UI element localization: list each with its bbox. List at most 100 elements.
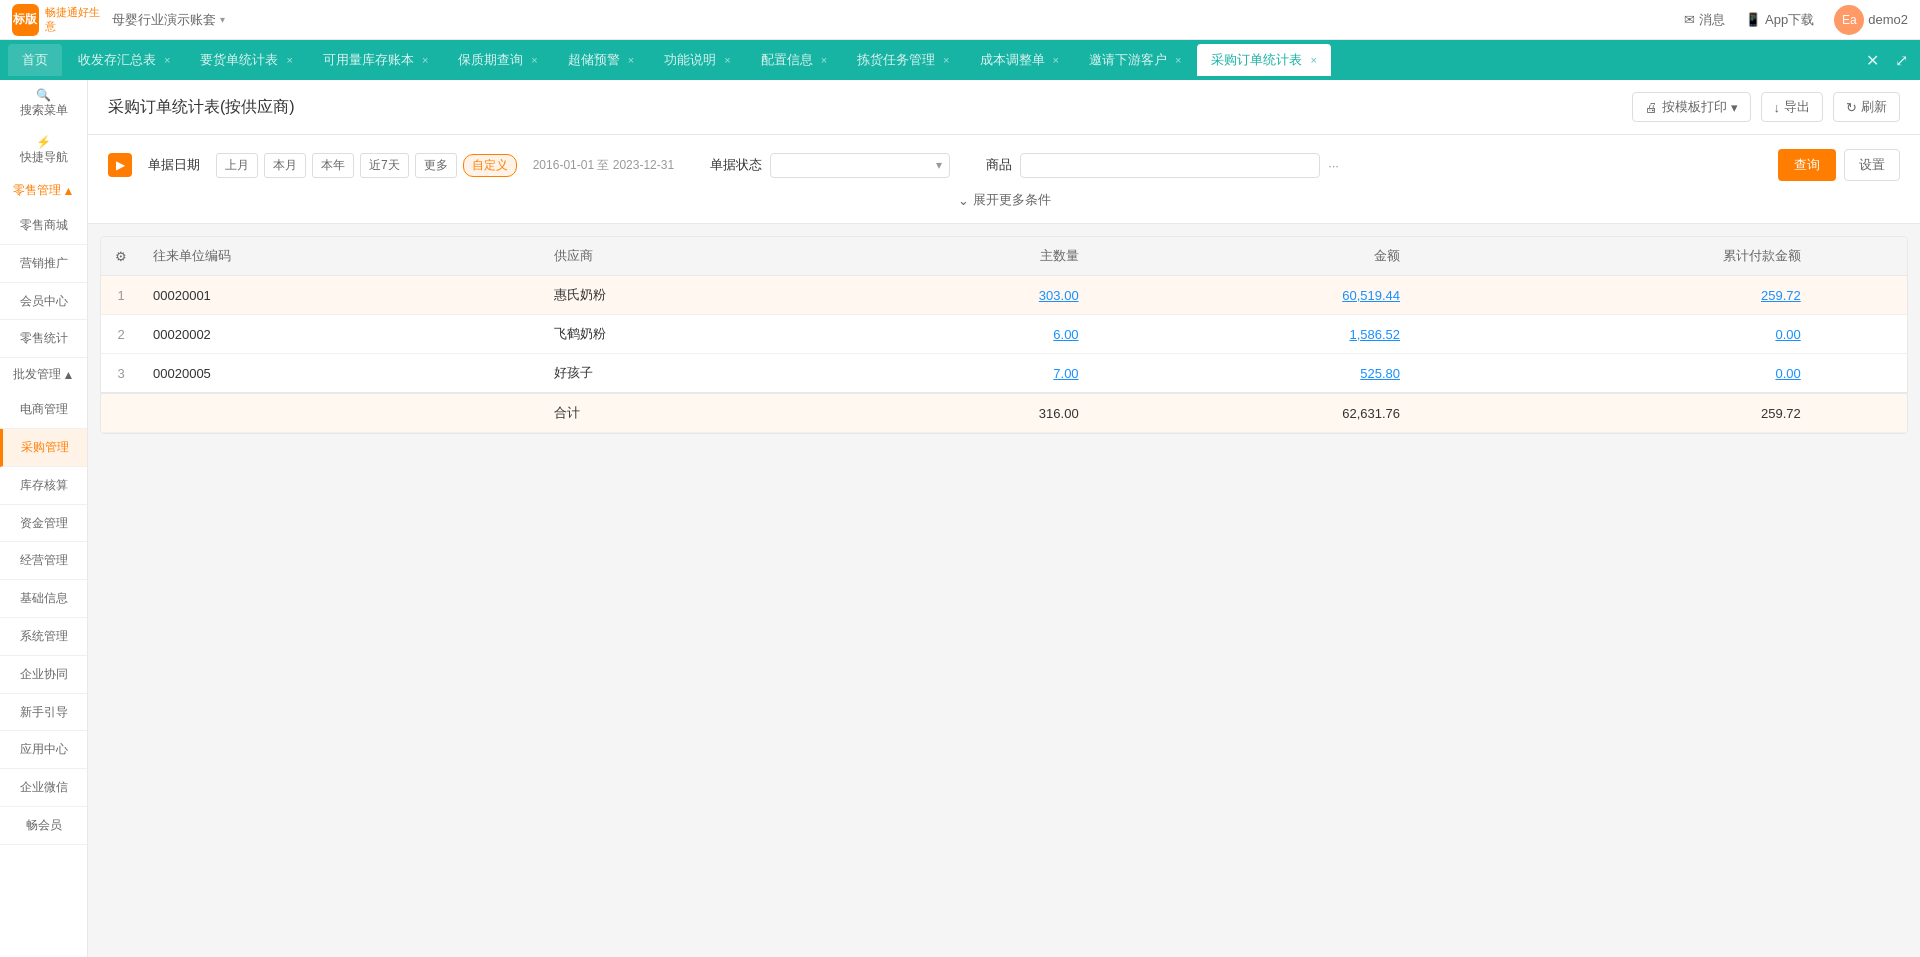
refresh-button[interactable]: ↻ 刷新 — [1833, 92, 1900, 122]
new-guide-label: 新手引导 — [4, 704, 83, 721]
top-bar: 标版 畅捷通好生意 母婴行业演示账套 ▾ ✉ 消息 📱 App下载 Ea dem… — [0, 0, 1920, 40]
sidebar-item-system-mgmt[interactable]: 系统管理 — [0, 618, 87, 656]
page-title: 采购订单统计表(按供应商) — [108, 97, 295, 130]
main-qty-2[interactable]: 6.00 — [840, 315, 1090, 354]
message-button[interactable]: ✉ 消息 — [1684, 11, 1725, 29]
sidebar-item-retail-mgmt[interactable]: 零售管理 ▲ — [0, 174, 87, 207]
tab-available-stock-close[interactable]: × — [422, 54, 428, 66]
vip-member-label: 畅会员 — [4, 817, 83, 834]
col-paid-amount: 累计付款金额 — [1412, 237, 1813, 276]
goods-input[interactable] — [1020, 153, 1320, 178]
print-button[interactable]: 🖨 按模板打印 ▾ — [1632, 92, 1751, 122]
filter-toggle-btn[interactable]: ▶ — [108, 153, 132, 177]
finance-label: 资金管理 — [4, 515, 83, 532]
tab-function-close[interactable]: × — [724, 54, 730, 66]
export-button[interactable]: ↓ 导出 — [1761, 92, 1824, 122]
unit-code-1: 00020001 — [141, 276, 542, 315]
tab-config-close[interactable]: × — [821, 54, 827, 66]
search-button[interactable]: 查询 — [1778, 149, 1836, 181]
tab-order-summary[interactable]: 要货单统计表 × — [186, 44, 306, 76]
tab-cost-close[interactable]: × — [1053, 54, 1059, 66]
goods-filter-label: 商品 — [986, 156, 1012, 174]
logo-icon: 标版 — [12, 4, 39, 36]
sidebar-item-new-guide[interactable]: 新手引导 — [0, 694, 87, 732]
close-tab-icon[interactable]: ✕ — [1862, 47, 1883, 74]
row-num-3: 3 — [101, 354, 141, 394]
sidebar-item-retail-shop[interactable]: 零售商城 — [0, 207, 87, 245]
sidebar-item-operation-mgmt[interactable]: 经营管理 — [0, 542, 87, 580]
main-qty-1[interactable]: 303.00 — [840, 276, 1090, 315]
gear-settings-icon[interactable]: ⚙ — [115, 249, 127, 264]
tab-invite-close[interactable]: × — [1175, 54, 1181, 66]
status-select[interactable] — [770, 153, 950, 178]
goods-more-icon[interactable]: ··· — [1328, 158, 1339, 173]
settings-button[interactable]: 设置 — [1844, 149, 1900, 181]
footer-paid-amount: 259.72 — [1412, 393, 1813, 433]
user-avatar: Ea — [1834, 5, 1864, 35]
date-btn-this-month[interactable]: 本月 — [264, 153, 306, 178]
workspace-selector[interactable]: 母婴行业演示账套 ▾ — [100, 11, 237, 29]
sidebar-item-retail-stats[interactable]: 零售统计 — [0, 320, 87, 358]
sidebar-item-enterprise-collab[interactable]: 企业协同 — [0, 656, 87, 694]
data-table-area: ⚙ 往来单位编码 供应商 主数量 金额 累计付款金额 1 00020001 — [100, 236, 1908, 434]
filter-area: ▶ 单据日期 上月 本月 本年 近7天 更多 自定义 2016-01-01 至 … — [88, 135, 1920, 224]
sidebar-quick-nav[interactable]: ⚡ 快捷导航 — [0, 127, 87, 174]
date-range-display: 2016-01-01 至 2023-12-31 — [533, 157, 674, 174]
sidebar-item-purchase-mgmt[interactable]: 采购管理 — [0, 429, 87, 467]
print-arrow-icon: ▾ — [1731, 100, 1738, 115]
tab-pick-task[interactable]: 拣货任务管理 × — [843, 44, 963, 76]
expand-label: 展开更多条件 — [973, 191, 1051, 209]
main-qty-3[interactable]: 7.00 — [840, 354, 1090, 394]
date-btn-more[interactable]: 更多 — [415, 153, 457, 178]
footer-main-qty: 316.00 — [840, 393, 1090, 433]
tab-expiry-close[interactable]: × — [531, 54, 537, 66]
sidebar-item-enterprise-wechat[interactable]: 企业微信 — [0, 769, 87, 807]
nav-tab-right: ✕ ⤢ — [1862, 47, 1912, 74]
tab-config-info[interactable]: 配置信息 × — [747, 44, 841, 76]
tab-cost-adjust[interactable]: 成本调整单 × — [966, 44, 1073, 76]
sidebar-item-app-center[interactable]: 应用中心 — [0, 731, 87, 769]
paid-amount-1[interactable]: 259.72 — [1412, 276, 1813, 315]
amount-3[interactable]: 525.80 — [1091, 354, 1412, 394]
amount-1[interactable]: 60,519.44 — [1091, 276, 1412, 315]
search-icon: 🔍 — [4, 88, 83, 102]
date-btn-last-month[interactable]: 上月 — [216, 153, 258, 178]
amount-2[interactable]: 1,586.52 — [1091, 315, 1412, 354]
tab-function-desc[interactable]: 功能说明 × — [650, 44, 744, 76]
paid-amount-2[interactable]: 0.00 — [1412, 315, 1813, 354]
sidebar-item-member-center[interactable]: 会员中心 — [0, 283, 87, 321]
tab-pick-close[interactable]: × — [943, 54, 949, 66]
tab-collect-send-label: 收发存汇总表 — [78, 51, 156, 69]
tab-purchase-close[interactable]: × — [1310, 54, 1316, 66]
sidebar-item-marketing[interactable]: 营销推广 — [0, 245, 87, 283]
sidebar-item-stock-check[interactable]: 库存核算 — [0, 467, 87, 505]
sidebar-item-finance-mgmt[interactable]: 资金管理 — [0, 505, 87, 543]
sidebar-item-vip-member[interactable]: 畅会员 — [0, 807, 87, 845]
app-download-button[interactable]: 📱 App下载 — [1745, 11, 1814, 29]
tab-collect-send-close[interactable]: × — [164, 54, 170, 66]
date-btn-7days[interactable]: 近7天 — [360, 153, 409, 178]
tab-home[interactable]: 首页 — [8, 44, 62, 76]
tab-overstock-close[interactable]: × — [628, 54, 634, 66]
tab-available-stock[interactable]: 可用量库存账本 × — [309, 44, 442, 76]
header-actions: 🖨 按模板打印 ▾ ↓ 导出 ↻ 刷新 — [1632, 92, 1901, 134]
tab-overstock-alert[interactable]: 超储预警 × — [554, 44, 648, 76]
tab-collect-send[interactable]: 收发存汇总表 × — [64, 44, 184, 76]
sidebar-item-ecommerce-mgmt[interactable]: 电商管理 — [0, 391, 87, 429]
expand-tab-icon[interactable]: ⤢ — [1891, 47, 1912, 74]
tab-expiry-query[interactable]: 保质期查询 × — [444, 44, 551, 76]
sidebar-item-wholesale-mgmt[interactable]: 批发管理 ▲ — [0, 358, 87, 391]
custom-date-tag[interactable]: 自定义 — [463, 154, 517, 177]
footer-amount: 62,631.76 — [1091, 393, 1412, 433]
sidebar-item-basic-info[interactable]: 基础信息 — [0, 580, 87, 618]
tab-purchase-summary[interactable]: 采购订单统计表 × — [1197, 44, 1330, 76]
status-filter: 单据状态 — [710, 153, 950, 178]
sidebar-search[interactable]: 🔍 搜索菜单 — [0, 80, 87, 127]
enterprise-wechat-label: 企业微信 — [4, 779, 83, 796]
user-profile[interactable]: Ea demo2 — [1834, 5, 1908, 35]
expand-more-conditions[interactable]: ⌄ 展开更多条件 — [108, 191, 1900, 209]
paid-amount-3[interactable]: 0.00 — [1412, 354, 1813, 394]
tab-order-summary-close[interactable]: × — [286, 54, 292, 66]
tab-invite-downstream[interactable]: 邀请下游客户 × — [1075, 44, 1195, 76]
date-btn-this-year[interactable]: 本年 — [312, 153, 354, 178]
